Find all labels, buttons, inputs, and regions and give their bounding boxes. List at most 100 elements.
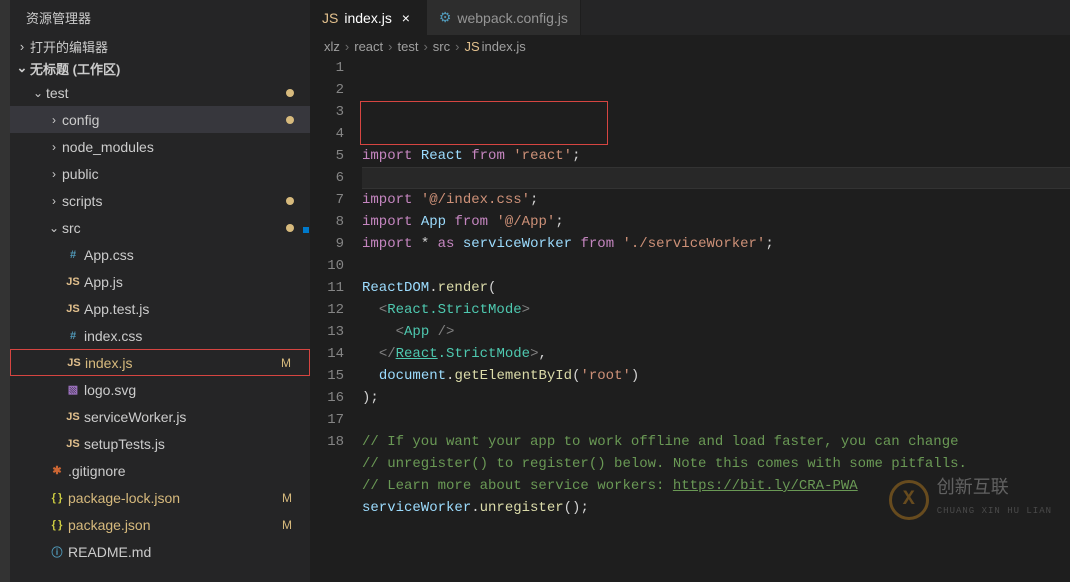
chevron-right-icon: › bbox=[14, 39, 30, 54]
breadcrumb-segment[interactable]: index.js bbox=[482, 39, 526, 54]
line-number: 14 bbox=[310, 343, 344, 365]
code-line[interactable] bbox=[362, 409, 1070, 431]
code-line[interactable]: serviceWorker.unregister(); bbox=[362, 497, 1070, 519]
file-label: .gitignore bbox=[68, 463, 300, 479]
line-number: 4 bbox=[310, 123, 344, 145]
file-item[interactable]: ✱.gitignore bbox=[10, 457, 310, 484]
code-line[interactable] bbox=[362, 255, 1070, 277]
folder-item[interactable]: ›node_modules bbox=[10, 133, 310, 160]
folder-label: public bbox=[62, 166, 300, 182]
folder-item[interactable]: ›scripts bbox=[10, 187, 310, 214]
folder-label: config bbox=[62, 112, 286, 128]
line-number: 8 bbox=[310, 211, 344, 233]
js-file-icon: JS bbox=[62, 411, 84, 423]
activity-bar[interactable] bbox=[0, 0, 10, 582]
file-item[interactable]: #index.css bbox=[10, 322, 310, 349]
gear-icon: ⚙ bbox=[439, 9, 452, 26]
chevron-right-icon: › bbox=[46, 194, 62, 208]
tab-bar: JS index.js × ⚙webpack.config.js bbox=[310, 0, 1070, 35]
opened-editors-section[interactable]: › 打开的编辑器 bbox=[10, 35, 310, 57]
js-file-icon: JS bbox=[322, 10, 338, 26]
code-line[interactable]: ); bbox=[362, 387, 1070, 409]
file-item[interactable]: JSindex.jsM bbox=[10, 349, 310, 376]
file-item[interactable]: #App.css bbox=[10, 241, 310, 268]
line-number: 9 bbox=[310, 233, 344, 255]
code-line[interactable] bbox=[362, 519, 1070, 541]
breadcrumbs[interactable]: xlz›react›test›src›JSindex.js bbox=[310, 35, 1070, 57]
file-label: App.js bbox=[84, 274, 300, 290]
modified-indicator: M bbox=[282, 518, 300, 532]
line-number: 7 bbox=[310, 189, 344, 211]
opened-editors-label: 打开的编辑器 bbox=[30, 37, 108, 56]
line-number: 15 bbox=[310, 365, 344, 387]
chevron-right-icon: › bbox=[46, 113, 62, 127]
folder-label: node_modules bbox=[62, 139, 300, 155]
folder-item[interactable]: ›config bbox=[10, 106, 310, 133]
breadcrumb-segment[interactable]: react bbox=[354, 39, 383, 54]
editor-tab[interactable]: JS index.js × bbox=[310, 0, 427, 35]
folder-item[interactable]: ⌄test bbox=[10, 79, 310, 106]
editor-body[interactable]: 123456789101112131415161718 import React… bbox=[310, 57, 1070, 582]
breadcrumb-segment[interactable]: src bbox=[433, 39, 450, 54]
code-line[interactable]: document.getElementById('root') bbox=[362, 365, 1070, 387]
file-item[interactable]: { }package-lock.jsonM bbox=[10, 484, 310, 511]
chevron-right-icon: › bbox=[46, 167, 62, 181]
image-file-icon: ▧ bbox=[62, 383, 84, 396]
code-line[interactable]: <App /> bbox=[362, 321, 1070, 343]
code-line[interactable]: <React.StrictMode> bbox=[362, 299, 1070, 321]
code-line[interactable]: // Learn more about service workers: htt… bbox=[362, 475, 1070, 497]
line-number-gutter: 123456789101112131415161718 bbox=[310, 57, 362, 582]
breadcrumb-segment[interactable]: xlz bbox=[324, 39, 340, 54]
code-line[interactable]: import * as serviceWorker from './servic… bbox=[362, 233, 1070, 255]
line-number: 10 bbox=[310, 255, 344, 277]
file-label: App.css bbox=[84, 247, 300, 263]
line-number: 6 bbox=[310, 167, 344, 189]
folder-item[interactable]: ›public bbox=[10, 160, 310, 187]
file-label: README.md bbox=[68, 544, 300, 560]
file-item[interactable]: JSserviceWorker.js bbox=[10, 403, 310, 430]
close-icon[interactable]: × bbox=[398, 10, 414, 26]
tab-label: index.js bbox=[344, 10, 391, 26]
code-line[interactable]: ReactDOM.render( bbox=[362, 277, 1070, 299]
js-file-icon: JS bbox=[464, 39, 479, 54]
annotation-highlight-box bbox=[360, 101, 608, 145]
code-line[interactable]: import '@/index.css'; bbox=[362, 189, 1070, 211]
current-line-highlight bbox=[362, 167, 1070, 189]
line-number: 18 bbox=[310, 431, 344, 453]
file-item[interactable]: ⓘREADME.md bbox=[10, 538, 310, 565]
file-item[interactable]: { }package.jsonM bbox=[10, 511, 310, 538]
line-number: 11 bbox=[310, 277, 344, 299]
js-file-icon: JS bbox=[62, 438, 84, 450]
editor-tab[interactable]: ⚙webpack.config.js bbox=[427, 0, 581, 35]
file-item[interactable]: ▧logo.svg bbox=[10, 376, 310, 403]
folder-item[interactable]: ⌄src bbox=[10, 214, 310, 241]
status-dot-icon bbox=[286, 89, 294, 97]
info-file-icon: ⓘ bbox=[46, 544, 68, 560]
code-line[interactable]: // unregister() to register() below. Not… bbox=[362, 453, 1070, 475]
file-item[interactable]: JSApp.test.js bbox=[10, 295, 310, 322]
folder-label: src bbox=[62, 220, 286, 236]
code-line[interactable]: import App from '@/App'; bbox=[362, 211, 1070, 233]
code-content[interactable]: import React from 'react';import ReactDO… bbox=[362, 57, 1070, 582]
explorer-sidebar: 资源管理器 › 打开的编辑器 ⌄ 无标题 (工作区) ⌄test›config›… bbox=[10, 0, 310, 582]
line-number: 3 bbox=[310, 101, 344, 123]
workspace-section[interactable]: ⌄ 无标题 (工作区) bbox=[10, 57, 310, 79]
file-item[interactable]: JSsetupTests.js bbox=[10, 430, 310, 457]
file-item[interactable]: JSApp.js bbox=[10, 268, 310, 295]
line-number: 2 bbox=[310, 79, 344, 101]
file-label: serviceWorker.js bbox=[84, 409, 300, 425]
chevron-right-icon: › bbox=[342, 39, 352, 54]
code-line[interactable]: import React from 'react'; bbox=[362, 145, 1070, 167]
code-line[interactable]: // If you want your app to work offline … bbox=[362, 431, 1070, 453]
json-file-icon: { } bbox=[46, 492, 68, 504]
breadcrumb-segment[interactable]: test bbox=[397, 39, 418, 54]
file-label: setupTests.js bbox=[84, 436, 300, 452]
folder-label: test bbox=[46, 85, 286, 101]
file-tree: ⌄test›config›node_modules›public›scripts… bbox=[10, 79, 310, 582]
file-label: logo.svg bbox=[84, 382, 300, 398]
chevron-right-icon: › bbox=[452, 39, 462, 54]
file-label: index.js bbox=[85, 355, 281, 371]
line-number: 1 bbox=[310, 57, 344, 79]
code-line[interactable]: </React.StrictMode>, bbox=[362, 343, 1070, 365]
line-number: 17 bbox=[310, 409, 344, 431]
